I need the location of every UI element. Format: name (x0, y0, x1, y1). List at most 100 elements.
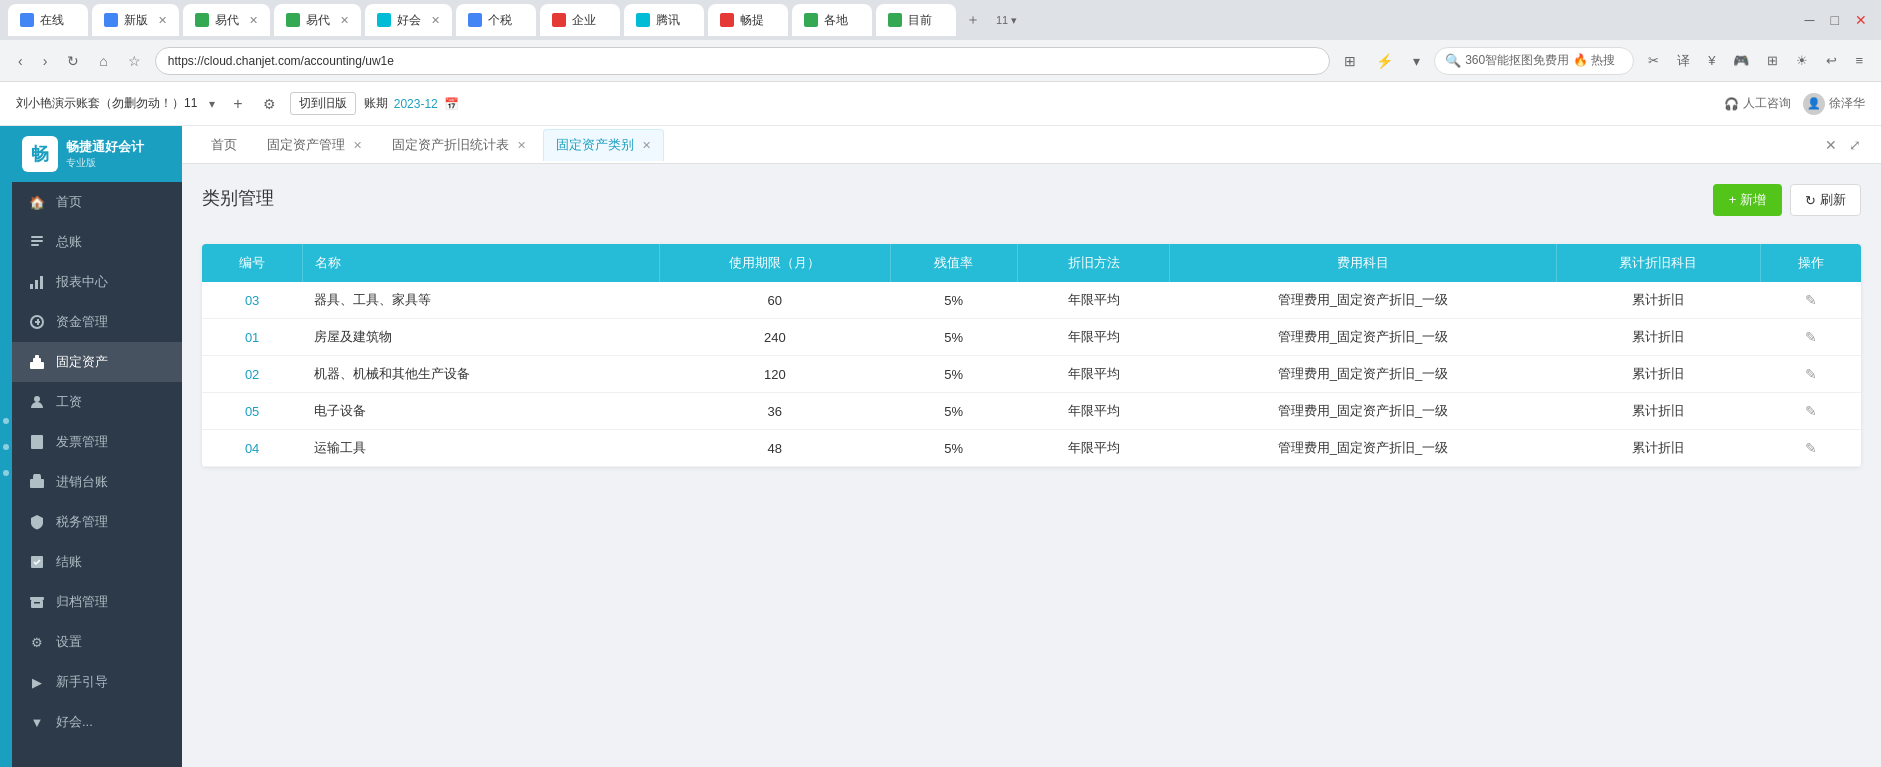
grid-icon[interactable]: ⊞ (1761, 50, 1784, 71)
cell-period-4: 48 (660, 430, 890, 467)
browser-tab-4[interactable]: 易代 ✕ (274, 4, 361, 36)
logo-text: 畅捷通好会计 专业版 (66, 139, 144, 169)
undo-icon[interactable]: ↩ (1820, 50, 1843, 71)
col-header-name: 名称 (302, 244, 659, 282)
sidebar-item-more[interactable]: ▼ 好会... (12, 702, 182, 742)
home-icon: 🏠 (28, 193, 46, 211)
content-tab-asset-mgmt[interactable]: 固定资产管理 ✕ (254, 129, 375, 161)
browser-tab-7[interactable]: 企业 (540, 4, 620, 36)
content-tab-category-close[interactable]: ✕ (642, 139, 651, 152)
more-icon[interactable]: ≡ (1849, 50, 1869, 71)
browser-tab-8[interactable]: 腾讯 (624, 4, 704, 36)
refresh-btn[interactable]: ↻ 刷新 (1790, 184, 1861, 216)
sidebar-item-tax[interactable]: 税务管理 (12, 502, 182, 542)
add-btn[interactable]: + 新增 (1713, 184, 1782, 216)
tab-favicon-1 (20, 13, 34, 27)
sidebar-item-home[interactable]: 🏠 首页 (12, 182, 182, 222)
switch-version-btn[interactable]: 切到旧版 (290, 92, 356, 115)
browser-tab-6[interactable]: 个税 (456, 4, 536, 36)
user-profile[interactable]: 👤 徐泽华 (1803, 93, 1865, 115)
lightning-icon[interactable]: ⚡ (1370, 49, 1399, 73)
cell-code-3: 05 (202, 393, 302, 430)
dropdown-btn[interactable]: ▾ (1407, 49, 1426, 73)
cell-name-0: 器具、工具、家具等 (302, 282, 659, 319)
sidebar-item-reports[interactable]: 报表中心 (12, 262, 182, 302)
coin-icon[interactable]: ¥ (1702, 50, 1721, 71)
cell-name-2: 机器、机械和其他生产设备 (302, 356, 659, 393)
device-icon[interactable]: ⊞ (1338, 49, 1362, 73)
sidebar-item-payroll[interactable]: 工资 (12, 382, 182, 422)
tab-close-5[interactable]: ✕ (431, 14, 440, 27)
maximize-button[interactable]: □ (1825, 8, 1845, 32)
address-input[interactable] (155, 47, 1330, 75)
sidebar-item-invoice[interactable]: 发票管理 (12, 422, 182, 462)
sidebar-item-settings[interactable]: ⚙ 设置 (12, 622, 182, 662)
content-tab-depreciation-close[interactable]: ✕ (517, 139, 526, 152)
cut-icon[interactable]: ✂ (1642, 50, 1665, 71)
tab-close-2[interactable]: ✕ (158, 14, 167, 27)
close-button[interactable]: ✕ (1849, 8, 1873, 32)
tab-maximize-btn[interactable]: ⤢ (1845, 135, 1865, 155)
period-info: 账期 2023-12 📅 (364, 95, 459, 112)
calendar-icon[interactable]: 📅 (444, 97, 459, 111)
tab-favicon-11 (888, 13, 902, 27)
content-tab-category[interactable]: 固定资产类别 ✕ (543, 129, 664, 161)
sidebar-item-ledger[interactable]: 总账 (12, 222, 182, 262)
forward-button[interactable]: › (37, 49, 54, 73)
edit-btn-3[interactable]: ✎ (1805, 403, 1817, 419)
user-dropdown-btn[interactable]: ▾ (205, 95, 219, 113)
brightness-icon[interactable]: ☀ (1790, 50, 1814, 71)
tab-list-button[interactable]: 11 ▾ (990, 10, 1023, 31)
cell-residual-3: 5% (890, 393, 1017, 430)
address-bar: ‹ › ↻ ⌂ ☆ ⊞ ⚡ ▾ 🔍 360智能抠图免费用 🔥 热搜 ✂ 译 ¥ … (0, 40, 1881, 82)
new-tab-button[interactable]: ＋ (960, 7, 986, 33)
sidebar-item-assets[interactable]: 固定资产 (12, 342, 182, 382)
service-btn[interactable]: 🎧 人工咨询 (1724, 95, 1791, 112)
edit-btn-2[interactable]: ✎ (1805, 366, 1817, 382)
sidebar-item-inventory[interactable]: 进销台账 (12, 462, 182, 502)
content-tab-asset-mgmt-close[interactable]: ✕ (353, 139, 362, 152)
sidebar-item-archive[interactable]: 归档管理 (12, 582, 182, 622)
browser-tab-5[interactable]: 好会 ✕ (365, 4, 452, 36)
minimize-button[interactable]: ─ (1799, 8, 1821, 32)
edit-btn-4[interactable]: ✎ (1805, 440, 1817, 456)
svg-rect-2 (31, 244, 39, 246)
back-button[interactable]: ‹ (12, 49, 29, 73)
sidebar-item-guide[interactable]: ▶ 新手引导 (12, 662, 182, 702)
content-tab-home[interactable]: 首页 (198, 129, 250, 161)
tab-close-3[interactable]: ✕ (249, 14, 258, 27)
game-icon[interactable]: 🎮 (1727, 50, 1755, 71)
cell-method-0: 年限平均 (1017, 282, 1170, 319)
bookmark-button[interactable]: ☆ (122, 49, 147, 73)
translate-icon[interactable]: 译 (1671, 49, 1696, 73)
sidebar-item-checkout[interactable]: 结账 (12, 542, 182, 582)
sidebar-item-home-label: 首页 (56, 193, 82, 211)
tax-icon (28, 513, 46, 531)
cell-expense-2: 管理费用_固定资产折旧_一级 (1170, 356, 1556, 393)
table-row: 04 运输工具 48 5% 年限平均 管理费用_固定资产折旧_一级 累计折旧 ✎ (202, 430, 1861, 467)
tab-favicon-7 (552, 13, 566, 27)
browser-tab-11[interactable]: 目前 (876, 4, 956, 36)
add-account-btn[interactable]: + (227, 91, 248, 117)
refresh-button[interactable]: ↻ (61, 49, 85, 73)
sidebar-item-funds[interactable]: 资金管理 (12, 302, 182, 342)
svg-rect-5 (40, 276, 43, 289)
browser-tab-9[interactable]: 畅提 (708, 4, 788, 36)
browser-tab-10[interactable]: 各地 (792, 4, 872, 36)
app-header-right: 🎧 人工咨询 👤 徐泽华 (1724, 93, 1865, 115)
browser-tab-1[interactable]: 在线 (8, 4, 88, 36)
browser-tab-3[interactable]: 易代 ✕ (183, 4, 270, 36)
edit-btn-1[interactable]: ✎ (1805, 329, 1817, 345)
home-button[interactable]: ⌂ (93, 49, 113, 73)
tab-close-window-btn[interactable]: ✕ (1821, 135, 1841, 155)
username-label: 徐泽华 (1829, 95, 1865, 112)
cell-residual-0: 5% (890, 282, 1017, 319)
cell-residual-2: 5% (890, 356, 1017, 393)
edit-btn-0[interactable]: ✎ (1805, 292, 1817, 308)
header-settings-btn[interactable]: ⚙ (257, 92, 282, 116)
content-tab-depreciation[interactable]: 固定资产折旧统计表 ✕ (379, 129, 539, 161)
tab-favicon-9 (720, 13, 734, 27)
browser-tab-2[interactable]: 新版 ✕ (92, 4, 179, 36)
tab-favicon-5 (377, 13, 391, 27)
tab-close-4[interactable]: ✕ (340, 14, 349, 27)
